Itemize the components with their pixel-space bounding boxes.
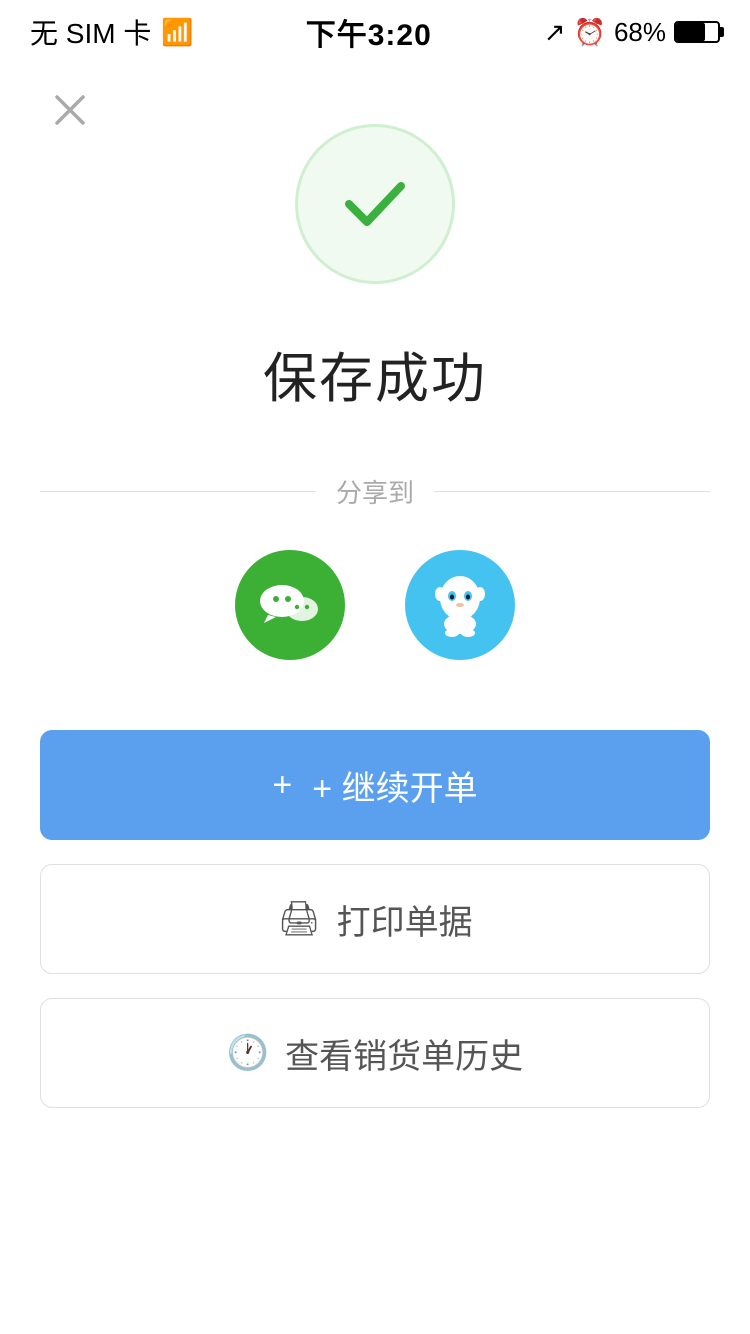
qq-share-button[interactable] xyxy=(405,550,515,660)
wechat-share-button[interactable] xyxy=(235,550,345,660)
alarm-icon: ⏰ xyxy=(574,17,606,48)
print-button[interactable]: 🖨 打印单据 xyxy=(40,864,710,974)
divider-left xyxy=(40,491,316,492)
print-icon: 🖨 xyxy=(277,899,320,939)
qq-icon xyxy=(430,572,490,638)
print-label: 打印单据 xyxy=(337,895,473,944)
wifi-icon: 📶 xyxy=(161,17,193,48)
close-icon xyxy=(53,93,87,127)
history-label: 查看销货单历史 xyxy=(285,1029,523,1078)
continue-label: + 继续开单 xyxy=(312,761,477,810)
success-title: 保存成功 xyxy=(263,334,487,413)
share-divider: 分享到 xyxy=(40,473,710,510)
share-label: 分享到 xyxy=(336,473,414,510)
time-display: 下午3:20 xyxy=(306,10,432,54)
battery-fill xyxy=(676,23,705,41)
history-button[interactable]: 🕐 查看销货单历史 xyxy=(40,998,710,1108)
status-bar: 无 SIM 卡 📶 下午3:20 ↗ ⏰ 68% xyxy=(0,0,750,64)
carrier-text: 无 SIM 卡 xyxy=(30,12,151,52)
divider-right xyxy=(434,491,710,492)
share-icons xyxy=(40,550,710,660)
success-circle xyxy=(295,124,455,284)
checkmark-icon xyxy=(335,164,415,244)
location-icon: ↗ xyxy=(544,17,566,48)
status-left: 无 SIM 卡 📶 xyxy=(30,12,194,52)
actions: + + 继续开单 🖨 打印单据 🕐 查看销货单历史 xyxy=(0,730,750,1108)
main-content: 保存成功 分享到 xyxy=(0,64,750,1108)
status-right: ↗ ⏰ 68% xyxy=(544,17,720,48)
history-icon: 🕐 xyxy=(227,1033,269,1073)
continue-icon: + xyxy=(272,766,292,805)
close-button[interactable] xyxy=(40,80,100,140)
continue-button[interactable]: + + 继续开单 xyxy=(40,730,710,840)
battery-percentage: 68% xyxy=(614,17,666,48)
battery-bar xyxy=(674,21,720,43)
share-section: 分享到 xyxy=(0,473,750,660)
wechat-icon xyxy=(256,577,324,633)
